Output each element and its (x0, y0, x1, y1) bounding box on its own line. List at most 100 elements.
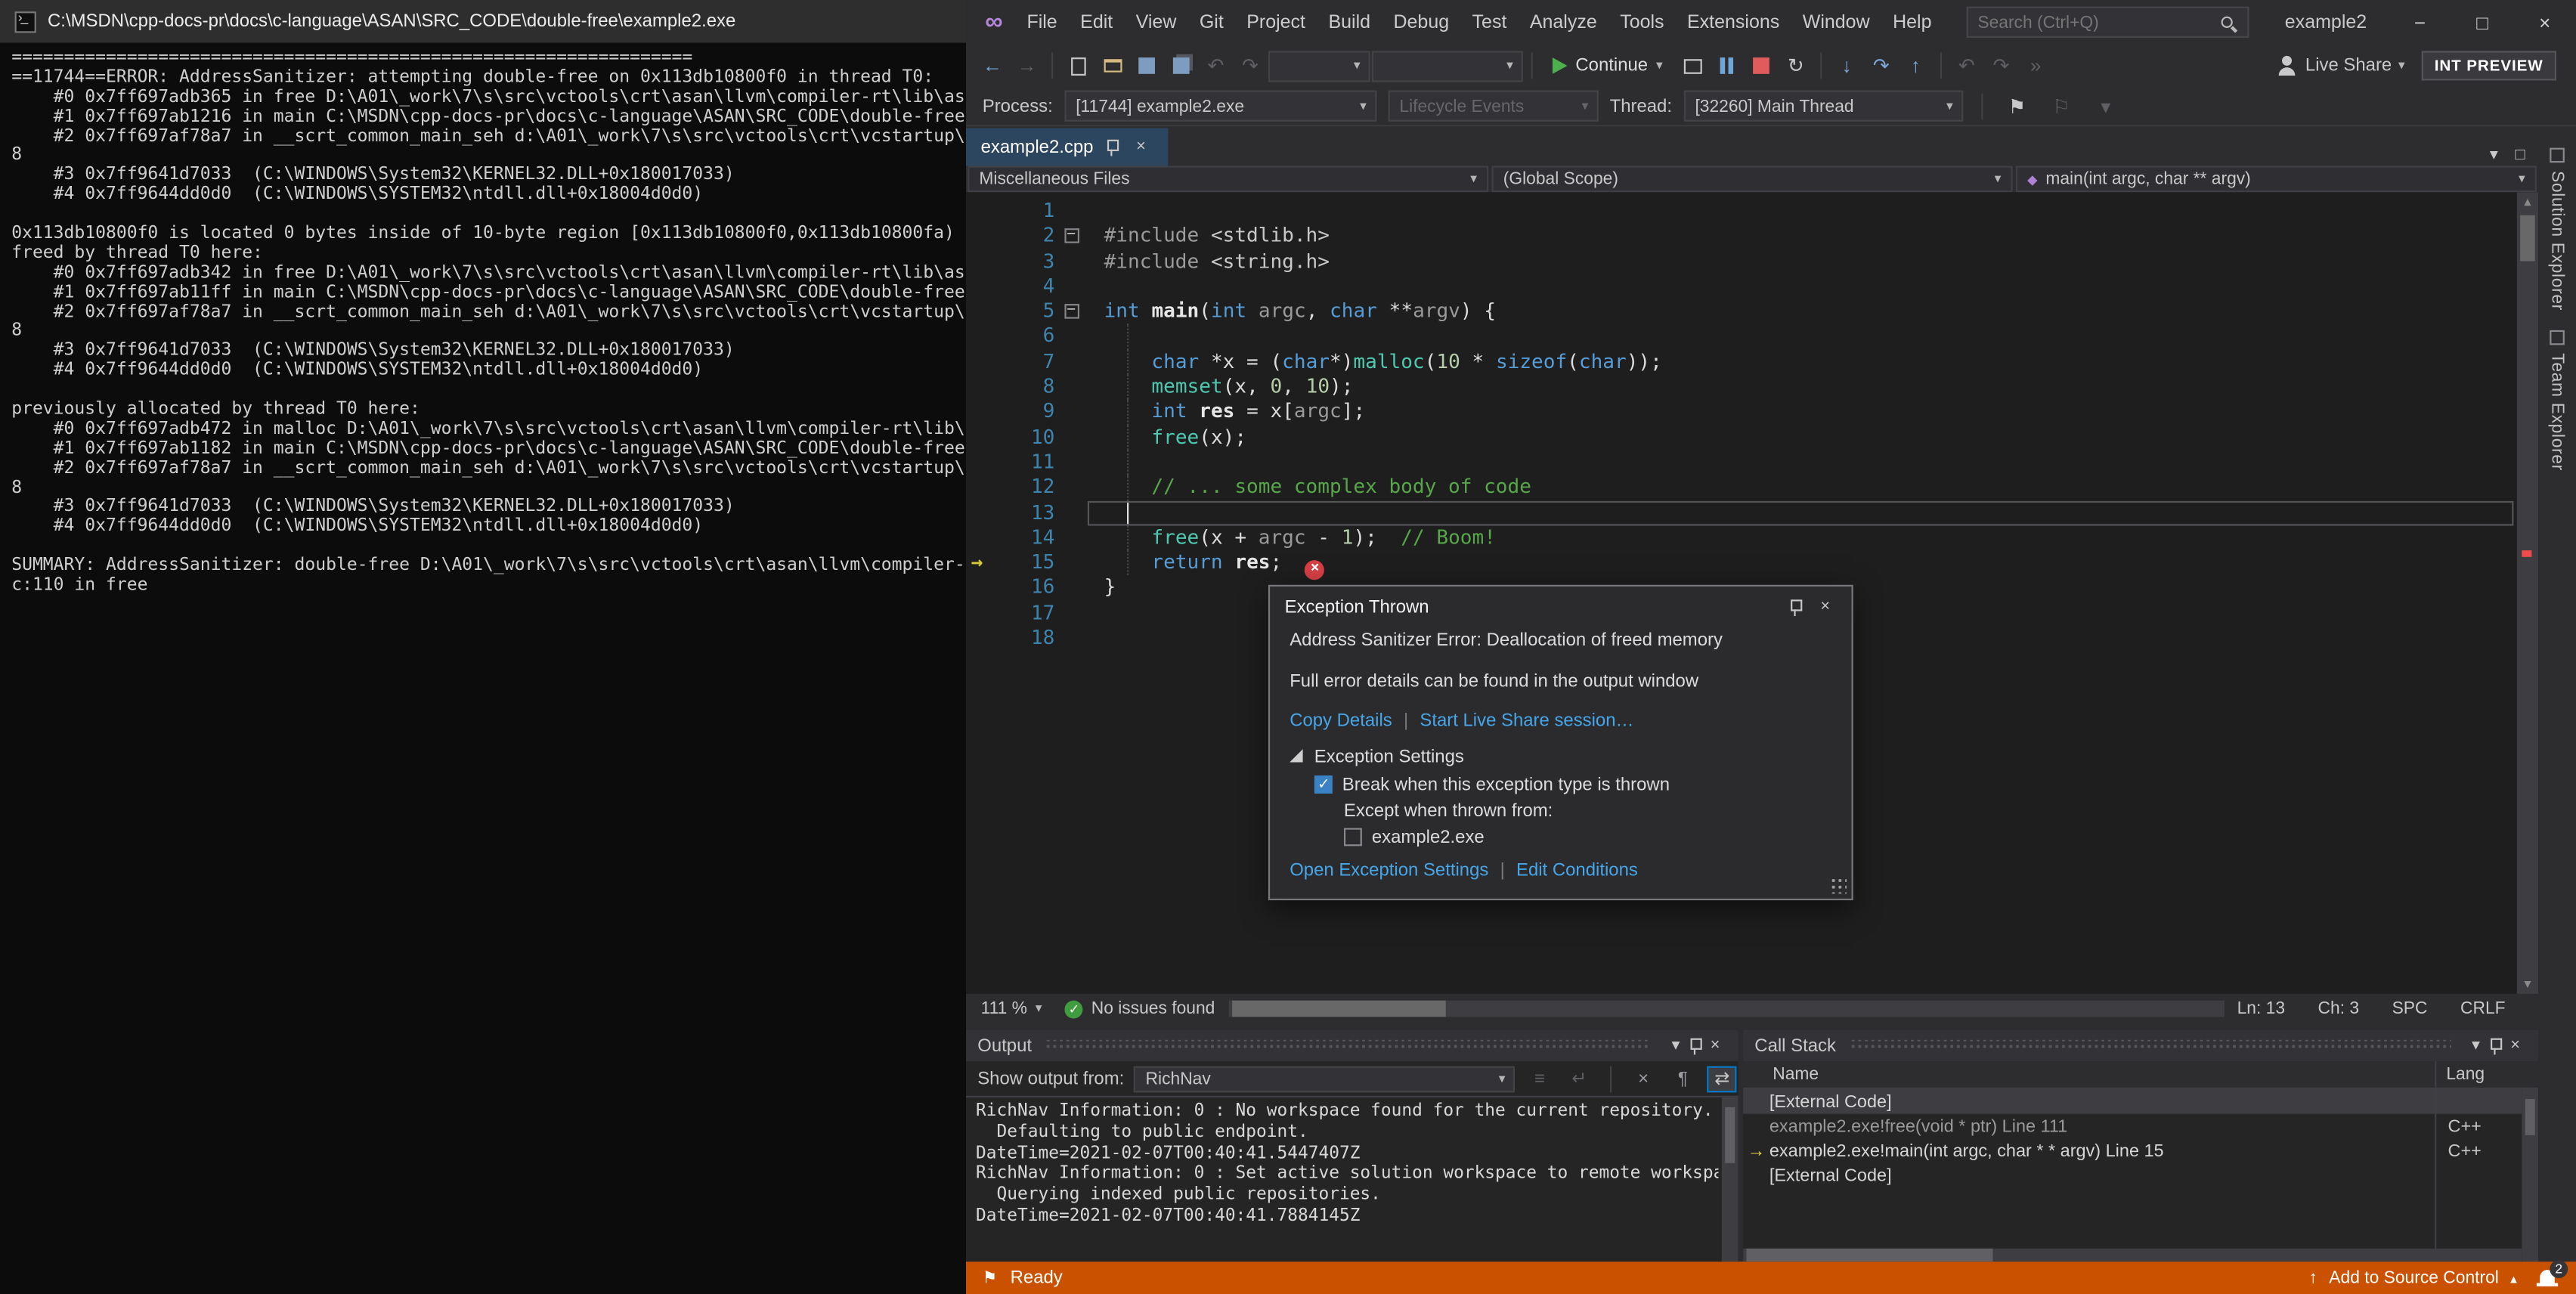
breakpoint-margin[interactable] (966, 525, 999, 550)
code-line[interactable]: 6 (966, 324, 2517, 350)
int-preview-badge[interactable]: INT PREVIEW (2421, 51, 2556, 81)
code-line[interactable]: 12 // ... some complex body of code (966, 475, 2517, 500)
callstack-scrollbar[interactable] (2522, 1089, 2539, 1262)
window-position-icon[interactable]: ▾ (1664, 1034, 1687, 1057)
console-output[interactable]: ========================================… (0, 43, 966, 596)
process-dropdown[interactable]: [11744] example2.exe ▾ (1064, 90, 1376, 122)
member-dropdown[interactable]: ◆ main(int argc, char ** argv) ▾ (2015, 166, 2537, 193)
minimize-button[interactable]: − (2389, 0, 2451, 45)
exception-popup-titlebar[interactable]: Exception Thrown × (1270, 587, 1851, 627)
menu-extensions[interactable]: Extensions (1676, 8, 1791, 37)
show-next-statement-icon[interactable] (1676, 49, 1708, 82)
save-icon[interactable] (1130, 49, 1163, 82)
callstack-row[interactable]: [External Code] (1743, 1163, 2522, 1188)
save-all-icon[interactable] (1165, 49, 1197, 82)
go-to-message-icon[interactable]: ↵ (1565, 1066, 1594, 1092)
console-titlebar[interactable]: C:\MSDN\cpp-docs-pr\docs\c-language\ASAN… (0, 0, 967, 43)
breakpoint-margin[interactable] (966, 601, 999, 626)
callstack-panel-header[interactable]: Call Stack ▾ × (1743, 1029, 2539, 1062)
scrollbar-thumb[interactable] (2525, 1099, 2535, 1135)
scrollbar-thumb[interactable] (2520, 215, 2535, 262)
exception-settings-header[interactable]: Exception Settings (1290, 748, 1831, 767)
editor-vertical-scrollbar[interactable]: ▲ ▼ (2516, 192, 2539, 994)
breakpoint-margin[interactable] (966, 626, 999, 651)
code-line[interactable]: 9 int res = x[argc]; (966, 399, 2517, 426)
output-scrollbar[interactable] (1721, 1097, 1738, 1262)
menu-git[interactable]: Git (1188, 8, 1235, 37)
restart-icon[interactable]: ↻ (1779, 49, 1812, 82)
navigate-back-icon[interactable]: ← (976, 49, 1008, 82)
resize-grip[interactable] (1830, 877, 1847, 894)
breakpoint-margin[interactable] (966, 349, 999, 374)
word-wrap-icon[interactable]: ¶ (1668, 1066, 1698, 1092)
redo-icon[interactable]: ↷ (1234, 49, 1266, 82)
search-input[interactable] (1968, 12, 2221, 33)
side-tab-solution-explorer[interactable]: Solution Explorer (2547, 147, 2567, 311)
breakpoint-margin[interactable] (966, 299, 999, 324)
breakpoint-margin[interactable] (966, 425, 999, 450)
solution-configurations-dropdown[interactable]: ▾ (1268, 50, 1370, 82)
breakpoint-margin[interactable]: → (966, 550, 999, 575)
stack-frame-dropdown-icon[interactable]: ▾ (2089, 89, 2122, 122)
expander-icon[interactable] (1290, 749, 1303, 763)
pin-icon[interactable] (1788, 598, 1804, 617)
close-icon[interactable]: × (1814, 596, 1837, 618)
close-tab-icon[interactable]: × (1129, 135, 1152, 158)
menu-help[interactable]: Help (1881, 8, 1943, 37)
maximize-button[interactable]: □ (2451, 0, 2514, 45)
side-tab-team-explorer[interactable]: Team Explorer (2547, 330, 2567, 471)
code-line[interactable]: 3 #include <string.h> (966, 249, 2517, 274)
new-file-icon[interactable] (1061, 49, 1094, 82)
chevron-down-icon[interactable]: ▾ (2398, 58, 2405, 72)
code-line[interactable]: 7 char *x = (char*)malloc(10 * sizeof(ch… (966, 349, 2517, 375)
live-share-label[interactable]: Live Share (2305, 56, 2392, 76)
live-share-icon[interactable] (2276, 54, 2299, 77)
zoom-dropdown[interactable]: 111 % ▾ (966, 998, 1048, 1018)
menu-window[interactable]: Window (1791, 8, 1881, 37)
scope-dropdown[interactable]: (Global Scope) ▾ (1491, 166, 2013, 193)
stop-debugging-icon[interactable] (1745, 49, 1777, 82)
menu-build[interactable]: Build (1317, 8, 1382, 37)
fold-collapse-icon[interactable]: − (1064, 228, 1079, 244)
breakpoint-margin[interactable] (966, 375, 999, 400)
code-line[interactable]: 2− #include <stdlib.h> (966, 224, 2517, 249)
breakpoint-margin[interactable] (966, 576, 999, 601)
navigate-forward-icon[interactable]: → (1011, 49, 1043, 82)
menu-file[interactable]: File (1015, 8, 1069, 37)
break-all-icon[interactable] (1711, 49, 1743, 82)
pin-icon[interactable] (2488, 1036, 2504, 1055)
vs-titlebar[interactable]: ∞ File Edit View Git Project Build Debug Test An… (966, 0, 2576, 45)
editor-horizontal-scrollbar[interactable] (1228, 1000, 2225, 1017)
project-dropdown[interactable]: Miscellaneous Files ▾ (968, 166, 1489, 193)
find-message-icon[interactable]: ≡ (1525, 1066, 1555, 1092)
code-line[interactable]: 1 (966, 199, 2517, 224)
close-icon[interactable]: × (1704, 1034, 1726, 1057)
code-line[interactable]: 4 (966, 274, 2517, 299)
breakpoint-margin[interactable] (966, 249, 999, 274)
breakpoint-margin[interactable] (966, 450, 999, 475)
copy-details-link[interactable]: Copy Details (1290, 711, 1392, 731)
breakpoint-margin[interactable] (966, 400, 999, 425)
breakpoint-margin[interactable] (966, 224, 999, 249)
output-panel-header[interactable]: Output ▾ × (966, 1029, 1738, 1062)
code-line[interactable]: 10 free(x); (966, 425, 2517, 450)
callstack-horizontal-scrollbar[interactable] (1743, 1248, 2522, 1262)
code-line[interactable]: 14 free(x + argc - 1); // Boom! (966, 525, 2517, 551)
toolbar-overflow-icon[interactable]: » (2019, 49, 2051, 82)
breakpoint-margin[interactable] (966, 500, 999, 525)
menu-tools[interactable]: Tools (1608, 8, 1676, 37)
solution-platforms-dropdown[interactable]: ▾ (1371, 50, 1523, 82)
menu-debug[interactable]: Debug (1382, 8, 1460, 37)
callstack-row[interactable]: example2.exe!free(void * ptr) Line 111 C+… (1743, 1114, 2522, 1139)
callstack-row[interactable]: → example2.exe!main(int argc, char * * ar… (1743, 1138, 2522, 1163)
output-body[interactable]: RichNav Information: 0 : No workspace fo… (966, 1097, 1738, 1262)
health-indicator-icon[interactable]: ✓ (1064, 999, 1083, 1018)
code-line[interactable]: 8 memset(x, 0, 10); (966, 374, 2517, 400)
pin-icon[interactable] (1687, 1036, 1704, 1055)
module-checkbox[interactable] (1343, 828, 1362, 847)
callstack-row[interactable]: [External Code] (1743, 1089, 2522, 1114)
show-threads-flag-icon[interactable]: ⚑ (2001, 89, 2033, 122)
step-out-icon[interactable]: ↑ (1899, 49, 1932, 82)
autoscroll-toggle[interactable]: ⇄ (1707, 1065, 1738, 1092)
window-position-icon[interactable]: ▾ (2464, 1034, 2487, 1057)
